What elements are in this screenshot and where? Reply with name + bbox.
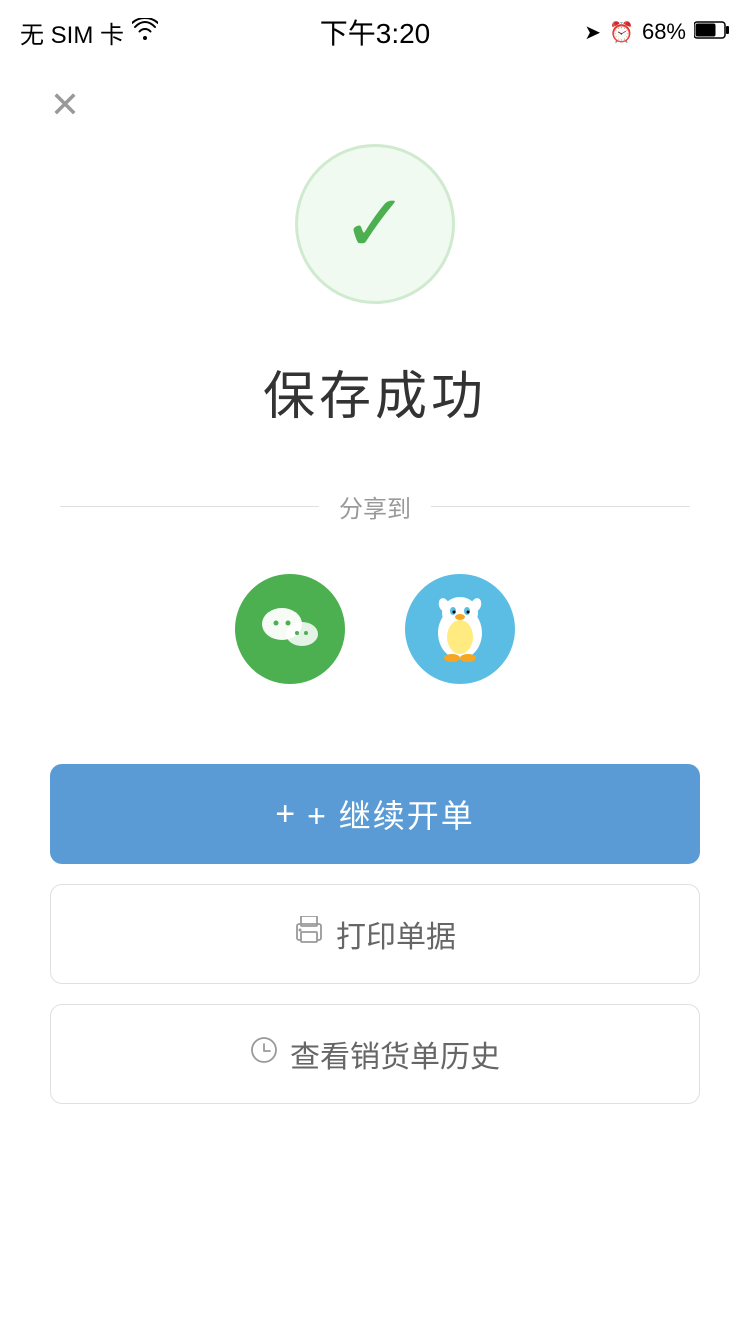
close-icon: ✕: [50, 87, 80, 123]
continue-label: + 继续开单: [307, 791, 475, 837]
status-time: 下午3:20: [320, 12, 431, 52]
print-button[interactable]: 打印单据: [50, 884, 700, 984]
success-title: 保存成功: [263, 354, 487, 429]
continue-button[interactable]: + + 继续开单: [50, 764, 700, 864]
battery-percent: 68%: [642, 19, 686, 45]
close-button[interactable]: ✕: [40, 80, 90, 130]
print-icon: [294, 916, 324, 952]
battery-icon: [694, 19, 730, 45]
checkmark-icon: ✓: [341, 184, 408, 264]
history-button[interactable]: 查看销货单历史: [50, 1004, 700, 1104]
history-label: 查看销货单历史: [290, 1032, 500, 1076]
location-icon: ➤: [584, 20, 601, 45]
wechat-share-button[interactable]: [235, 574, 345, 684]
divider-line-right: [431, 506, 690, 507]
success-circle: ✓: [295, 144, 455, 304]
status-left: 无 SIM 卡: [20, 15, 158, 50]
share-divider-text: 分享到: [319, 489, 431, 524]
qq-share-button[interactable]: [405, 574, 515, 684]
action-buttons: + + 继续开单 打印单据 查看销货单历: [0, 764, 750, 1104]
share-icons: [235, 574, 515, 684]
sim-status: 无 SIM 卡: [20, 15, 124, 50]
status-right: ➤ ⏰ 68%: [584, 19, 730, 45]
history-icon: [250, 1036, 278, 1072]
main-content: ✓ 保存成功 分享到: [0, 64, 750, 1104]
continue-icon: +: [275, 795, 295, 834]
alarm-icon: ⏰: [609, 20, 634, 45]
print-label: 打印单据: [336, 912, 456, 956]
wechat-icon: [258, 602, 323, 657]
qq-icon: [430, 595, 490, 663]
share-divider: 分享到: [0, 489, 750, 524]
divider-line-left: [60, 506, 319, 507]
status-bar: 无 SIM 卡 下午3:20 ➤ ⏰ 68%: [0, 0, 750, 64]
wifi-icon: [132, 18, 158, 47]
